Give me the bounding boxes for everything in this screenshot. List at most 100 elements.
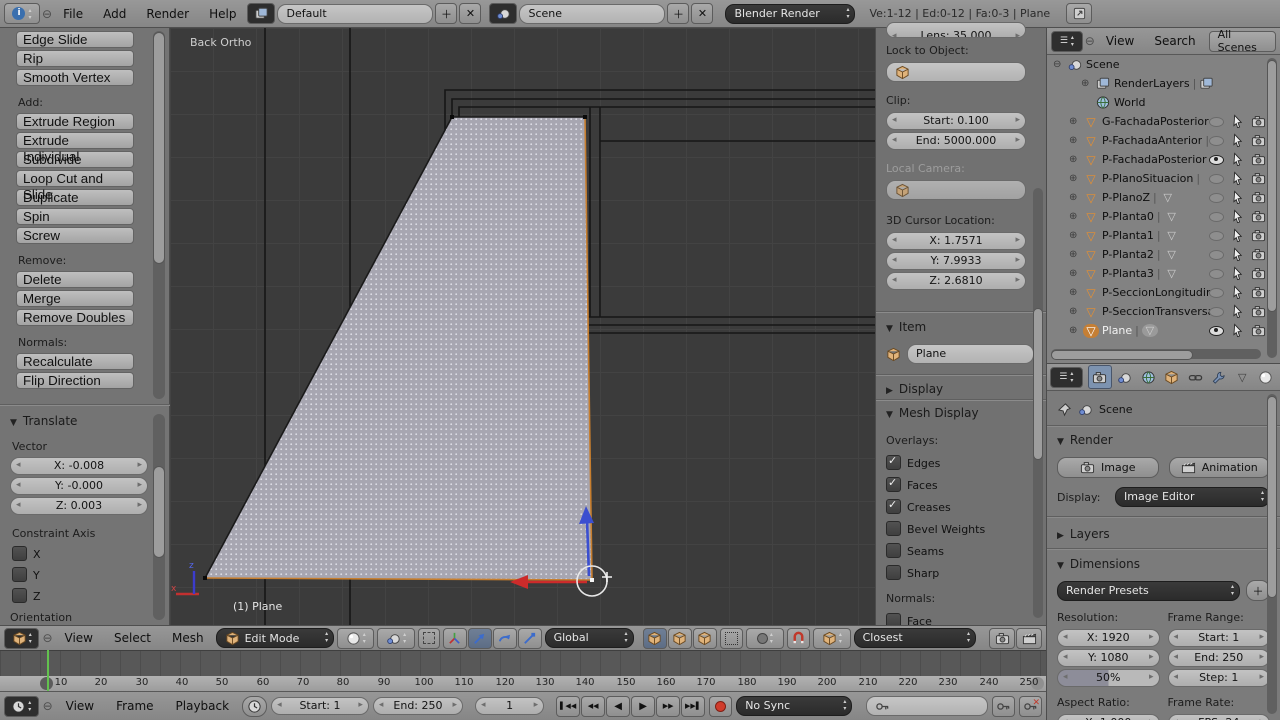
npanel-scrollbar[interactable] <box>1033 188 1043 618</box>
expand-icon[interactable]: ⊕ <box>1069 192 1081 203</box>
menu-view[interactable]: View <box>57 693 103 719</box>
outliner-filter-select[interactable]: All Scenes <box>1208 28 1276 54</box>
outliner-row-object-active[interactable]: ⊕ ▽ Plane | ▽ <box>1047 321 1280 340</box>
outliner-row-object[interactable]: ⊕ ▽ G-FachadaPosterior <box>1047 112 1280 131</box>
cursor-select-icon[interactable] <box>1230 152 1245 167</box>
translate-z-field[interactable]: Z: 0.003 <box>10 497 148 515</box>
render-toggle-camera-icon[interactable] <box>1251 133 1266 148</box>
menu-view[interactable]: View <box>1097 28 1143 54</box>
seams-checkbox[interactable] <box>886 543 901 558</box>
eye-icon[interactable] <box>1209 249 1224 260</box>
eye-icon[interactable] <box>1209 325 1224 336</box>
manipulator-translate-button[interactable] <box>467 627 492 649</box>
render-toggle-camera-icon[interactable] <box>1251 152 1266 167</box>
resolution-percentage-slider[interactable]: 50% <box>1057 669 1160 687</box>
expand-icon[interactable]: ⊕ <box>1069 173 1081 184</box>
current-frame-field[interactable]: 1 <box>475 697 545 715</box>
current-frame-indicator[interactable] <box>47 650 49 691</box>
vertex-select-mode-button[interactable] <box>642 627 667 649</box>
screen-layout-icon[interactable] <box>247 3 276 24</box>
snap-element-select[interactable]: ▴ ▾ <box>813 627 851 649</box>
overlay-seams-row[interactable]: Seams <box>886 543 1034 558</box>
menu-frame[interactable]: Frame <box>107 693 162 719</box>
render-toggle-camera-icon[interactable] <box>1251 247 1266 262</box>
eye-icon[interactable] <box>1209 230 1224 241</box>
render-display-select[interactable]: Image Editor ▴ ▾ <box>1115 487 1270 507</box>
outliner-h-scrollbar[interactable] <box>1051 349 1261 360</box>
overlay-creases-row[interactable]: Creases <box>886 498 1034 514</box>
editor-type-button[interactable]: i ▴ ▾ <box>4 3 40 24</box>
tab-world[interactable] <box>1137 366 1160 388</box>
outliner-row-object[interactable]: ⊕ ▽ P-Planta3 | ▽ <box>1047 264 1280 283</box>
fps-field[interactable]: FPS: 24 <box>1167 714 1270 720</box>
pivot-point-select[interactable]: ▴ ▾ <box>377 627 415 649</box>
timeline-ruler[interactable]: 10 20 30 40 50 60 70 80 90 100 110 120 1… <box>0 676 1046 691</box>
tool-subdivide[interactable]: Subdivide <box>16 151 134 168</box>
faces-checkbox[interactable] <box>886 476 901 492</box>
operator-panel-scrollbar[interactable] <box>153 414 165 620</box>
toolshelf-scrollbar[interactable] <box>153 31 165 399</box>
screen-layout-name[interactable]: Default <box>277 3 434 24</box>
tool-loop-cut[interactable]: Loop Cut and Slide <box>16 170 134 202</box>
editor-type-button[interactable]: ▴ ▾ <box>4 627 40 649</box>
cursor-x-field[interactable]: X: 1.7571 <box>886 232 1026 250</box>
snap-toggle-button[interactable] <box>786 627 811 649</box>
menu-playback[interactable]: Playback <box>167 693 239 719</box>
eye-icon[interactable] <box>1209 306 1224 317</box>
use-preview-range-button[interactable] <box>242 695 268 717</box>
timeline-end-field[interactable]: End: 250 <box>372 697 464 715</box>
object-name-field[interactable]: Plane <box>907 344 1034 364</box>
properties-scrollbar[interactable] <box>1267 394 1277 714</box>
tool-edge-slide[interactable]: Edge Slide <box>16 31 134 48</box>
eye-icon[interactable] <box>1209 116 1224 127</box>
bevel-weights-checkbox[interactable] <box>886 521 901 536</box>
delete-layout-button[interactable]: ✕ <box>459 3 482 24</box>
dimensions-panel-header[interactable]: Dimensions <box>1057 557 1270 571</box>
prev-keyframe-button[interactable]: ◀◀ <box>581 695 606 717</box>
eye-icon[interactable] <box>1209 135 1224 146</box>
tab-scene[interactable] <box>1113 366 1136 388</box>
outliner-row-object[interactable]: ⊕ ▽ P-Planta0 | ▽ <box>1047 207 1280 226</box>
overlay-edges-row[interactable]: Edges <box>886 454 1034 470</box>
snap-target-select[interactable]: Closest ▴ ▾ <box>853 628 977 648</box>
expand-icon[interactable]: ⊕ <box>1069 268 1081 279</box>
outliner-row-scene[interactable]: ⊖ Scene <box>1047 55 1280 74</box>
cursor-z-field[interactable]: Z: 2.6810 <box>886 272 1026 290</box>
editor-type-button[interactable]: ☰ ▴ ▾ <box>1050 366 1083 388</box>
expand-icon[interactable]: ⊕ <box>1069 116 1081 127</box>
viewport-3d[interactable]: x z Back Ortho (1) Plane <box>170 28 875 625</box>
tool-rip[interactable]: Rip <box>16 50 134 67</box>
sharp-checkbox[interactable] <box>886 565 901 580</box>
tab-render[interactable] <box>1087 365 1113 389</box>
tool-extrude-region[interactable]: Extrude Region <box>16 113 134 130</box>
expand-icon[interactable]: ⊕ <box>1069 154 1081 165</box>
clip-end-field[interactable]: End: 5000.000 <box>886 132 1026 150</box>
menu-render[interactable]: Render <box>137 1 198 27</box>
mode-select[interactable]: Edit Mode ▴ ▾ <box>215 628 335 648</box>
tool-remove-doubles[interactable]: Remove Doubles <box>16 309 134 326</box>
eye-icon[interactable] <box>1209 268 1224 279</box>
outliner-row-object[interactable]: ⊕ ▽ P-Planta2 | ▽ <box>1047 245 1280 264</box>
item-panel-header[interactable]: Item <box>886 320 1034 334</box>
tab-constraints[interactable] <box>1184 366 1207 388</box>
render-toggle-camera-icon[interactable] <box>1251 266 1266 281</box>
delete-scene-button[interactable]: ✕ <box>691 3 714 24</box>
constraint-y-checkbox[interactable] <box>12 567 27 582</box>
jump-to-start-button[interactable]: ▌◀◀ <box>556 695 581 717</box>
tool-spin[interactable]: Spin <box>16 208 134 225</box>
collapse-menus-icon[interactable]: ⊖ <box>43 693 53 719</box>
manipulator-center-toggle[interactable] <box>417 627 440 649</box>
timeline-track-area[interactable] <box>0 650 1046 677</box>
tab-material[interactable] <box>1254 366 1277 388</box>
constraint-x-checkbox[interactable] <box>12 546 27 561</box>
constraint-x-row[interactable]: X <box>12 546 148 561</box>
menu-file[interactable]: File <box>54 1 92 27</box>
render-panel-header[interactable]: Render <box>1057 433 1270 447</box>
outliner-row-object[interactable]: ⊕ ▽ P-FachadaAnterior | <box>1047 131 1280 150</box>
menu-view[interactable]: View <box>56 625 102 651</box>
render-toggle-camera-icon[interactable] <box>1251 171 1266 186</box>
collapse-menus-icon[interactable]: ⊖ <box>42 625 52 651</box>
tool-recalculate[interactable]: Recalculate <box>16 353 134 370</box>
scene-icon[interactable] <box>489 3 518 24</box>
expand-icon[interactable]: ⊕ <box>1069 211 1081 222</box>
